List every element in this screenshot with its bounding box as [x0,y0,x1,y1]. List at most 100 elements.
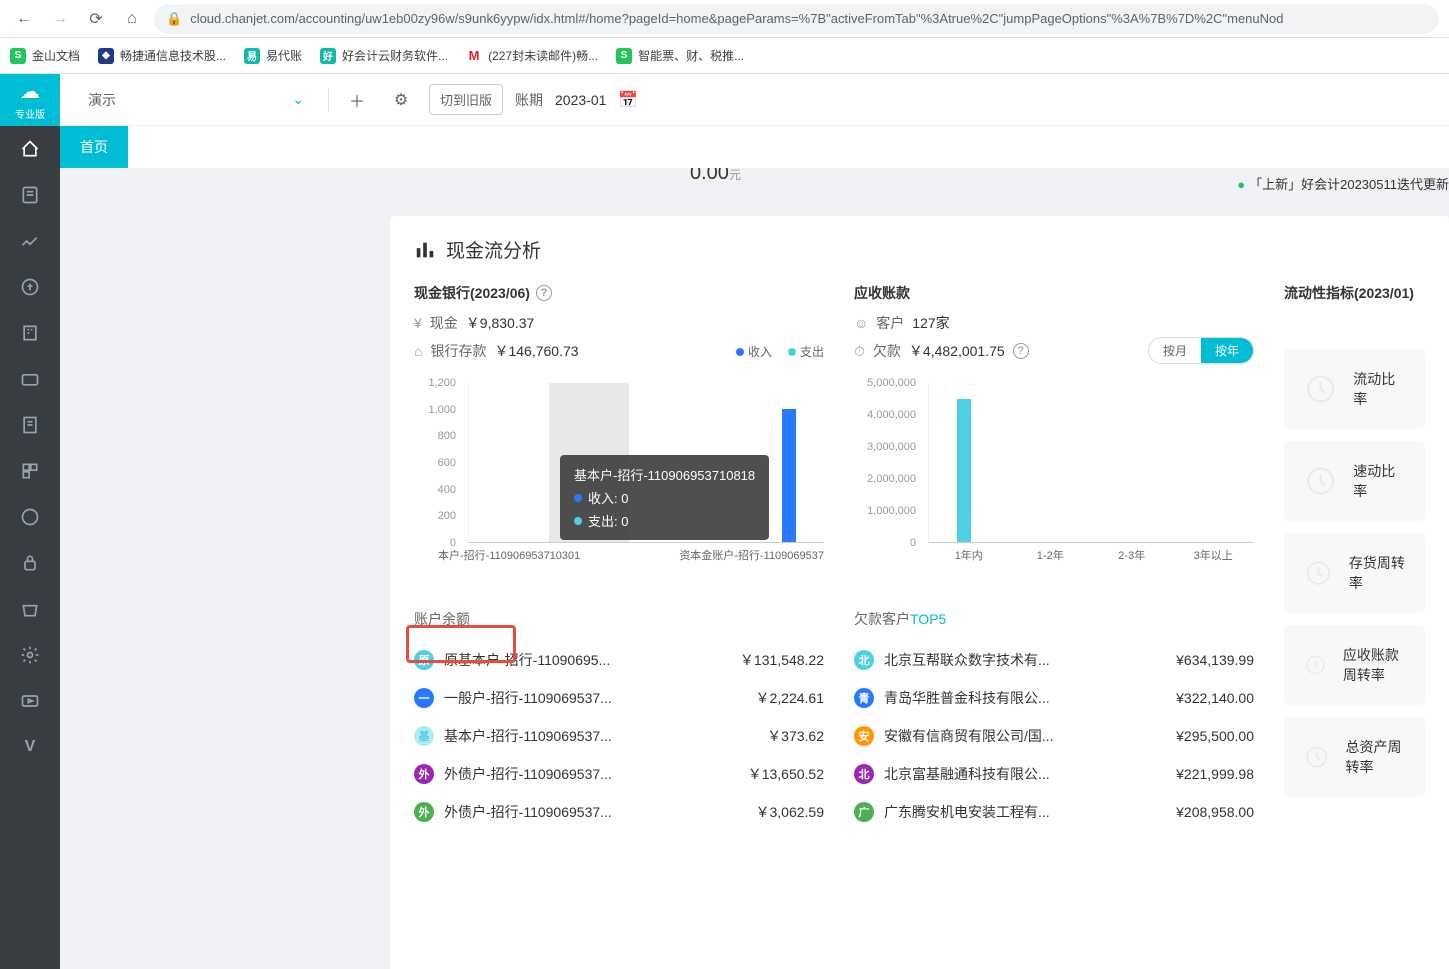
tab-row: 首页 [60,126,1449,168]
browser-nav: ← → ⟳ ⌂ 🔒 cloud.chanjet.com/accounting/u… [0,0,1449,38]
bookmark-haokuaiji[interactable]: 好好会计云财务软件... [320,47,448,64]
sidebar-report[interactable] [0,448,60,494]
account-balance-title: 账户余额 [414,609,824,629]
bank-icon: ⌂ [414,343,422,359]
bookmark-yidaizhang[interactable]: 易易代账 [244,47,302,64]
switch-version-button[interactable]: 切到旧版 [429,84,503,115]
account-amount: ￥373.62 [767,726,824,746]
owe-row[interactable]: 广广东腾安机电安装工程有...¥208,958.00 [854,793,1254,831]
customer-name: 安徽有信商贸有限公司/国... [884,726,1054,746]
owe-row[interactable]: 北北京互帮联众数字技术有...¥634,139.99 [854,641,1254,679]
top-bar: 演示 ⌄ ＋ ⚙ 切到旧版 账期 2023-01 📅 [60,74,1449,126]
settings-button[interactable]: ⚙ [385,84,417,116]
sidebar-invoice[interactable] [0,402,60,448]
chart-legend: 收入 支出 [736,343,824,360]
owe-stat: ⏱ 欠款 ￥4,482,001.75 ? 按月 按年 [854,341,1254,361]
owe-amount: ¥295,500.00 [1176,728,1254,744]
metric-label: 速动比率 [1353,461,1405,501]
add-button[interactable]: ＋ [341,84,373,116]
toggle-month[interactable]: 按月 [1149,338,1201,363]
v-icon: V [25,738,36,756]
forward-button[interactable]: → [46,5,74,33]
account-row[interactable]: 基基本户-招行-1109069537...￥373.62 [414,717,824,755]
metric-card[interactable]: 速动比率 [1284,441,1425,521]
sidebar-settings[interactable] [0,632,60,678]
receipt-icon [20,415,40,435]
bar-1year[interactable] [957,399,971,542]
account-badge: 一 [414,688,434,708]
url-bar[interactable]: 🔒 cloud.chanjet.com/accounting/uw1eb00zy… [154,4,1439,34]
bookmark-mail[interactable]: M(227封未读邮件)畅... [466,47,598,64]
sidebar-video[interactable] [0,678,60,724]
metric-icon [1304,739,1330,775]
bookmark-icon: S [10,48,26,64]
sidebar-chart[interactable] [0,218,60,264]
bookmark-icon: 易 [244,48,260,64]
sidebar-archive[interactable] [0,586,60,632]
tab-home[interactable]: 首页 [60,126,128,168]
money-icon [20,277,40,297]
org-selector[interactable]: 演示 ⌄ [76,84,316,116]
receivable-title: 应收账款 [854,283,1254,303]
owe-row[interactable]: 北北京富基融通科技有限公...¥221,999.98 [854,755,1254,793]
back-button[interactable]: ← [10,5,38,33]
account-row[interactable]: 外外债户-招行-1109069537...￥3,062.59 [414,793,824,831]
app-logo[interactable]: ☁ 专业版 [0,74,60,126]
sidebar-close[interactable] [0,540,60,586]
divider [328,88,329,112]
lock-icon: 🔒 [166,11,182,27]
chart-tooltip: 基本户-招行-110906953710818 收入: 0 支出: 0 [560,455,769,540]
bar-income[interactable] [782,409,796,542]
video-icon [20,691,40,711]
account-row[interactable]: 外外债户-招行-1109069537...￥13,650.52 [414,755,824,793]
sidebar-v[interactable]: V [0,724,60,770]
metric-icon [1304,555,1333,591]
sidebar-funds[interactable] [0,264,60,310]
owe-row[interactable]: 安安徽有信商贸有限公司/国... ¥295,500.00 [854,717,1254,755]
archive-icon [20,599,40,619]
account-amount: ￥3,062.59 [756,802,825,822]
sidebar: ☁ 专业版 V [0,74,60,969]
bookmark-zhinengpiao[interactable]: S智能票、财、税推... [616,47,744,64]
owe-amount: ¥208,958.00 [1176,804,1254,820]
calendar-icon[interactable]: 📅 [618,90,638,110]
account-name: 原基本户-招行-11090695... [444,650,610,670]
metric-card[interactable]: 应收账款周转率 [1284,625,1425,705]
doc-icon [20,185,40,205]
info-icon[interactable]: ? [536,285,552,301]
org-name: 演示 [88,90,116,110]
yen-icon: ¥ [414,315,422,331]
metric-card[interactable]: 流动比率 [1284,349,1425,429]
metric-card[interactable]: 总资产周转率 [1284,717,1425,797]
account-row[interactable]: 一一般户-招行-1109069537...￥2,224.61 [414,679,824,717]
account-name: 外债户-招行-1109069537... [444,802,612,822]
customer-badge: 北 [854,764,874,784]
sidebar-voucher[interactable] [0,172,60,218]
home-button[interactable]: ⌂ [118,5,146,33]
sidebar-home[interactable] [0,126,60,172]
metric-card[interactable]: 存货周转率 [1284,533,1425,613]
customer-name: 北京富基融通科技有限公... [884,764,1050,784]
news-ticker[interactable]: ●「上新」好会计20230511迭代更新 [1237,174,1449,193]
bookmark-icon: ◆ [98,48,114,64]
bookmark-changjie[interactable]: ◆畅捷通信息技术股... [98,47,226,64]
sidebar-tax[interactable] [0,494,60,540]
metric-label: 总资产周转率 [1346,737,1406,777]
info-icon[interactable]: ? [1013,343,1029,359]
account-row[interactable]: 原原基本户-招行-11090695...￥131,548.22 [414,641,824,679]
owe-amount: ¥634,139.99 [1176,652,1254,668]
owe-row[interactable]: 青青岛华胜普金科技有限公...¥322,140.00 [854,679,1254,717]
liquidity-title: 流动性指标(2023/01) [1284,283,1425,303]
tax-icon [20,507,40,527]
reload-button[interactable]: ⟳ [82,5,110,33]
bookmark-jinshan[interactable]: S金山文档 [10,47,80,64]
account-balance-list: 原原基本户-招行-11090695...￥131,548.22一一般户-招行-1… [414,641,824,831]
sidebar-assets[interactable] [0,310,60,356]
sidebar-salary[interactable] [0,356,60,402]
customer-badge: 安 [854,726,874,746]
metric-icon [1304,647,1327,683]
liquidity-metrics: 流动比率速动比率存货周转率应收账款周转率总资产周转率 [1284,349,1425,797]
toggle-year[interactable]: 按年 [1201,338,1253,363]
balance-strip: 0.00元 [690,168,741,185]
metric-icon [1304,463,1337,499]
